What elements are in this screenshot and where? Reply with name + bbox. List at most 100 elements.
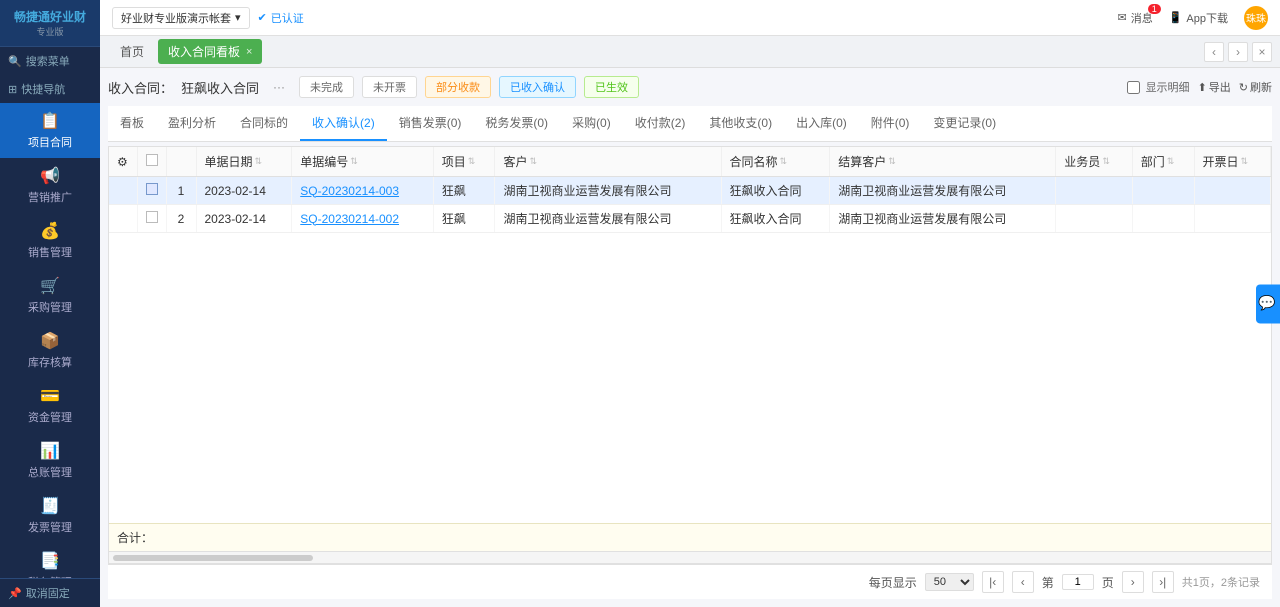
sidebar-pin[interactable]: 📌 取消固定 — [0, 579, 100, 607]
sidebar-item-account[interactable]: 📊 总账管理 — [0, 433, 100, 488]
per-page-select[interactable]: 10 20 50 100 — [925, 573, 974, 591]
th-dept[interactable]: 部门⇅ — [1132, 147, 1194, 177]
sidebar-item-capital[interactable]: 💳 资金管理 — [0, 378, 100, 433]
tab-board[interactable]: 看板 — [108, 106, 156, 141]
th-contract[interactable]: 合同名称⇅ — [721, 147, 830, 177]
page-unit: 页 — [1102, 574, 1114, 591]
table-row[interactable]: 1 2023-02-14 SQ-20230214-003 狂飙 湖南卫视商业运营… — [109, 177, 1271, 205]
footer-label: 合计： — [117, 529, 153, 546]
row-code-1[interactable]: SQ-20230214-003 — [292, 177, 433, 205]
total-info: 共1页，2条记录 — [1182, 574, 1260, 590]
horizontal-scrollbar[interactable] — [109, 551, 1271, 563]
sort-icon: ⇅ — [780, 156, 788, 167]
select-all-checkbox[interactable] — [146, 154, 158, 166]
user-avatar[interactable]: 珠珠 — [1244, 6, 1268, 30]
sidebar-item-tax[interactable]: 📑 税务管理 — [0, 543, 100, 578]
tab-warehouse[interactable]: 出入库(0) — [784, 106, 859, 141]
th-customer-label: 客户 — [503, 153, 527, 170]
row-checkbox-2[interactable] — [146, 211, 158, 223]
chevron-down-icon: ▾ — [235, 11, 241, 24]
next-page-button[interactable]: › — [1122, 571, 1144, 593]
row-date-2: 2023-02-14 — [196, 205, 292, 233]
status-confirmed[interactable]: 已收入确认 — [499, 76, 576, 98]
tab-change-log[interactable]: 变更记录(0) — [921, 106, 1008, 141]
sidebar-item-purchase[interactable]: 🛒 采购管理 — [0, 268, 100, 323]
tab-payment[interactable]: 收付款(2) — [623, 106, 698, 141]
th-settle-customer[interactable]: 结算客户⇅ — [830, 147, 1056, 177]
tab-sales-invoice[interactable]: 销售发票(0) — [387, 106, 474, 141]
sort-icon: ⇅ — [888, 156, 896, 167]
company-selector[interactable]: 好业财专业版演示帐套 ▾ — [112, 7, 250, 29]
sidebar: 畅捷通好业财 专业版 🔍 搜索菜单 ⊞ 快捷导航 📋 项目合同 📢 营销推广 💰… — [0, 0, 100, 607]
show-detail-checkbox[interactable]: 显示明细 — [1127, 79, 1190, 95]
row-link-1[interactable]: SQ-20230214-003 — [300, 184, 399, 198]
last-page-button[interactable]: ›| — [1152, 571, 1174, 593]
row-check-2[interactable] — [137, 205, 166, 233]
more-button[interactable]: ··· — [267, 78, 291, 96]
row-checkbox-1[interactable] — [146, 183, 158, 195]
quick-nav-label: 快捷导航 — [21, 81, 65, 97]
app-download-button[interactable]: 📱 App下载 — [1169, 10, 1228, 26]
scrollbar-thumb[interactable] — [113, 555, 313, 561]
sidebar-item-invoice[interactable]: 🧾 发票管理 — [0, 488, 100, 543]
prev-page-button[interactable]: ‹ — [1012, 571, 1034, 593]
tab-tax-invoice[interactable]: 税务发票(0) — [473, 106, 560, 141]
th-settings[interactable]: ⚙ — [109, 147, 137, 177]
tab-close-button[interactable]: × — [246, 46, 252, 58]
sidebar-item-project[interactable]: 📋 项目合同 — [0, 103, 100, 158]
tab-items[interactable]: 合同标的 — [228, 106, 300, 141]
tab-next-button[interactable]: › — [1228, 42, 1248, 62]
check-circle-icon: ✔ — [258, 11, 267, 24]
row-settings-2 — [109, 205, 137, 233]
sidebar-item-marketing[interactable]: 📢 营销推广 — [0, 158, 100, 213]
status-effect[interactable]: 已生效 — [584, 76, 639, 98]
status-incomplete[interactable]: 未完成 — [299, 76, 354, 98]
tab-close-all-button[interactable]: × — [1252, 42, 1272, 62]
side-feedback-button[interactable]: 💬 — [1256, 284, 1280, 323]
th-checkbox[interactable] — [137, 147, 166, 177]
tab-revenue-confirm[interactable]: 收入确认(2) — [300, 106, 387, 141]
row-contract-2: 狂飙收入合同 — [721, 205, 830, 233]
page-number-input[interactable] — [1062, 574, 1094, 590]
tab-other[interactable]: 其他收支(0) — [697, 106, 784, 141]
refresh-button[interactable]: ↻ 刷新 — [1239, 79, 1272, 95]
row-code-2[interactable]: SQ-20230214-002 — [292, 205, 433, 233]
sidebar-item-label: 发票管理 — [28, 519, 72, 535]
app-label: App下载 — [1186, 10, 1228, 26]
sidebar-item-sales[interactable]: 💰 销售管理 — [0, 213, 100, 268]
th-date[interactable]: 单据日期⇅ — [196, 147, 292, 177]
main-area: 好业财专业版演示帐套 ▾ ✔ 已认证 ✉ 1 消息 📱 App下载 珠珠 — [100, 0, 1280, 607]
status-partial[interactable]: 部分收款 — [425, 76, 491, 98]
row-check-1[interactable] — [137, 177, 166, 205]
contract-header: 收入合同： 狂飙收入合同 ··· 未完成 未开票 部分收款 已收入确认 已生效 … — [108, 76, 1272, 98]
sidebar-item-inventory[interactable]: 📦 库存核算 — [0, 323, 100, 378]
tab-contract-board[interactable]: 收入合同看板 × — [158, 39, 262, 64]
sidebar-menu: 📋 项目合同 📢 营销推广 💰 销售管理 🛒 采购管理 📦 库存核算 💳 资金管… — [0, 103, 100, 578]
tab-attachment[interactable]: 附件(0) — [859, 106, 922, 141]
sidebar-search[interactable]: 🔍 搜索菜单 — [0, 47, 100, 75]
th-customer[interactable]: 客户⇅ — [495, 147, 721, 177]
first-page-button[interactable]: |‹ — [982, 571, 1004, 593]
table-row[interactable]: 2 2023-02-14 SQ-20230214-002 狂飙 湖南卫视商业运营… — [109, 205, 1271, 233]
tab-purchase[interactable]: 采购(0) — [560, 106, 623, 141]
sidebar-quick-nav[interactable]: ⊞ 快捷导航 — [0, 75, 100, 103]
tab-profit[interactable]: 盈利分析 — [156, 106, 228, 141]
purchase-icon: 🛒 — [40, 276, 60, 296]
topbar-right: ✉ 1 消息 📱 App下载 珠珠 — [1118, 6, 1269, 30]
brand-sub: 专业版 — [4, 25, 96, 38]
row-customer-1: 湖南卫视商业运营发展有限公司 — [495, 177, 721, 205]
th-code[interactable]: 单据编号⇅ — [292, 147, 433, 177]
th-salesman[interactable]: 业务员⇅ — [1056, 147, 1132, 177]
status-uninvoiced[interactable]: 未开票 — [362, 76, 417, 98]
row-salesman-1 — [1056, 177, 1132, 205]
th-project[interactable]: 项目⇅ — [433, 147, 495, 177]
th-contract-label: 合同名称 — [730, 153, 778, 170]
tab-prev-button[interactable]: ‹ — [1204, 42, 1224, 62]
export-button[interactable]: ⬆ 导出 — [1198, 79, 1231, 95]
tab-home[interactable]: 首页 — [108, 39, 156, 64]
show-detail-input[interactable] — [1127, 81, 1140, 94]
table-header-row: ⚙ 单据日期⇅ 单据编号⇅ 项目⇅ 客户⇅ 合同名称⇅ 结算客户⇅ 业务员⇅ 部… — [109, 147, 1271, 177]
th-open-date[interactable]: 开票日⇅ — [1194, 147, 1271, 177]
message-button[interactable]: ✉ 1 消息 — [1118, 10, 1153, 26]
row-link-2[interactable]: SQ-20230214-002 — [300, 212, 399, 226]
